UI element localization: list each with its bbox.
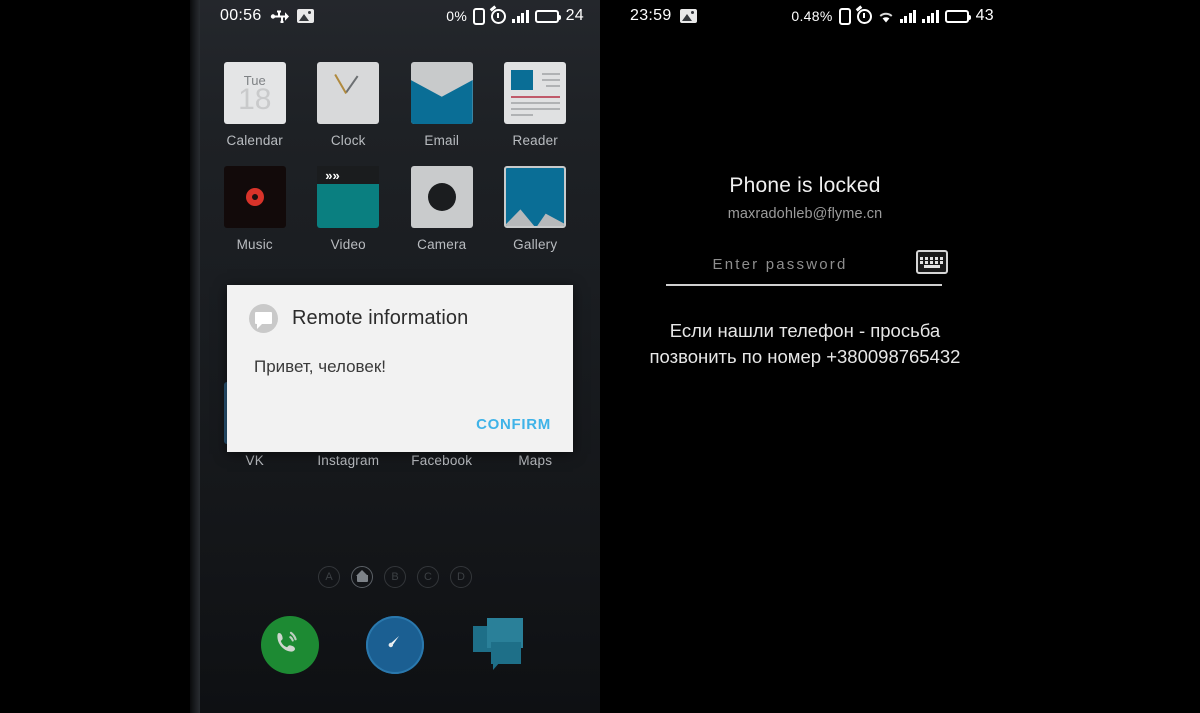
dialog-message: Привет, человек! bbox=[254, 357, 387, 376]
app-label: Calendar bbox=[226, 133, 283, 148]
status-trailing-number: 43 bbox=[975, 7, 994, 24]
app-clock[interactable]: Clock bbox=[309, 62, 387, 148]
page-indicator: A B C D bbox=[190, 566, 600, 588]
left-status-bar-right: 0% 24 bbox=[446, 7, 600, 25]
app-label: Video bbox=[330, 237, 366, 252]
wifi-icon bbox=[878, 10, 894, 23]
status-time: 00:56 bbox=[220, 7, 262, 24]
dock bbox=[190, 616, 600, 674]
right-phone-screen: 23:59 0.48% 43 Phone is locked maxradohl… bbox=[600, 0, 1010, 713]
lock-owner-message: Если нашли телефон - просьба позвонить п… bbox=[600, 318, 1010, 370]
dialog-header: Remote information bbox=[227, 285, 573, 333]
calendar-icon: Tue 18 bbox=[223, 62, 286, 124]
page-dot-a[interactable]: A bbox=[318, 566, 340, 588]
battery-icon bbox=[534, 9, 561, 23]
left-status-bar-left: 00:56 bbox=[190, 7, 314, 25]
app-label: Facebook bbox=[411, 453, 473, 468]
vibrate-icon bbox=[473, 7, 486, 25]
app-row-1: Tue 18 Calendar Clock Email Reader bbox=[190, 62, 600, 148]
app-label: Music bbox=[236, 237, 273, 252]
signal-bars-2-icon bbox=[922, 9, 939, 23]
status-time: 23:59 bbox=[630, 7, 672, 24]
app-label: Instagram bbox=[317, 453, 380, 468]
video-icon: »» bbox=[317, 166, 380, 228]
remote-information-dialog: Remote information Привет, человек! CONF… bbox=[227, 285, 573, 452]
battery-icon bbox=[944, 9, 971, 23]
app-row-2: Music »» Video Camera Gallery bbox=[190, 166, 600, 252]
browser-dock-icon[interactable] bbox=[365, 616, 424, 674]
right-status-bar: 23:59 0.48% 43 bbox=[600, 0, 1010, 32]
left-status-bar: 00:56 0% 24 bbox=[190, 0, 600, 32]
clock-icon bbox=[317, 62, 380, 124]
keyboard-icon[interactable] bbox=[916, 250, 948, 274]
camera-icon bbox=[410, 166, 473, 228]
page-dot-d[interactable]: D bbox=[450, 566, 472, 588]
app-label: Maps bbox=[518, 453, 553, 468]
right-status-bar-left: 23:59 bbox=[600, 7, 697, 25]
email-icon bbox=[410, 62, 473, 124]
phone-dock-icon[interactable] bbox=[261, 616, 320, 674]
gallery-icon bbox=[504, 166, 567, 228]
app-label: Clock bbox=[330, 133, 366, 148]
app-label: VK bbox=[245, 453, 264, 468]
app-label: Reader bbox=[512, 133, 558, 148]
confirm-button[interactable]: CONFIRM bbox=[476, 416, 551, 433]
reader-icon bbox=[504, 62, 567, 124]
image-icon bbox=[679, 9, 697, 23]
messages-dock-icon[interactable] bbox=[471, 616, 529, 674]
lock-account-email: maxradohleb@flyme.cn bbox=[727, 206, 883, 222]
usb-icon bbox=[270, 10, 289, 23]
app-video[interactable]: »» Video bbox=[309, 166, 387, 252]
password-input[interactable] bbox=[666, 250, 894, 278]
music-icon bbox=[223, 166, 286, 228]
app-camera[interactable]: Camera bbox=[403, 166, 481, 252]
signal-bars-icon bbox=[512, 9, 529, 23]
image-icon bbox=[296, 9, 314, 23]
app-gallery[interactable]: Gallery bbox=[496, 166, 574, 252]
calendar-day-number: 18 bbox=[238, 82, 272, 116]
password-row bbox=[666, 250, 948, 286]
page-dot-c[interactable]: C bbox=[417, 566, 439, 588]
right-status-bar-right: 0.48% 43 bbox=[791, 7, 1010, 25]
alarm-icon bbox=[491, 8, 507, 24]
screenshot-stage: 00:56 0% 24 Tue 18 Calendar Clock Email … bbox=[0, 0, 1200, 713]
signal-bars-icon bbox=[899, 9, 917, 23]
password-underline bbox=[666, 284, 942, 286]
lock-message-line-2: позвонить по номер +380098765432 bbox=[649, 346, 961, 367]
app-reader[interactable]: Reader bbox=[496, 62, 574, 148]
page-dot-home[interactable] bbox=[351, 566, 373, 588]
dialog-actions: CONFIRM bbox=[476, 416, 551, 434]
lock-title: Phone is locked bbox=[729, 174, 881, 197]
app-email[interactable]: Email bbox=[403, 62, 481, 148]
app-label: Camera bbox=[417, 237, 467, 252]
vibrate-icon bbox=[838, 7, 851, 25]
battery-percent-text: 0.48% bbox=[791, 8, 833, 24]
home-icon bbox=[355, 570, 368, 582]
lock-message-line-1: Если нашли телефон - просьба bbox=[669, 320, 941, 341]
app-music[interactable]: Music bbox=[216, 166, 294, 252]
app-label: Email bbox=[424, 133, 460, 148]
alarm-icon bbox=[856, 8, 872, 24]
video-glyph: »» bbox=[325, 168, 340, 183]
app-label: Gallery bbox=[513, 237, 558, 252]
battery-percent-text: 0% bbox=[446, 8, 468, 24]
page-dot-b[interactable]: B bbox=[384, 566, 406, 588]
status-trailing-number: 24 bbox=[565, 7, 584, 24]
app-calendar[interactable]: Tue 18 Calendar bbox=[216, 62, 294, 148]
dialog-title: Remote information bbox=[292, 307, 469, 329]
speech-bubble-icon bbox=[249, 304, 278, 333]
